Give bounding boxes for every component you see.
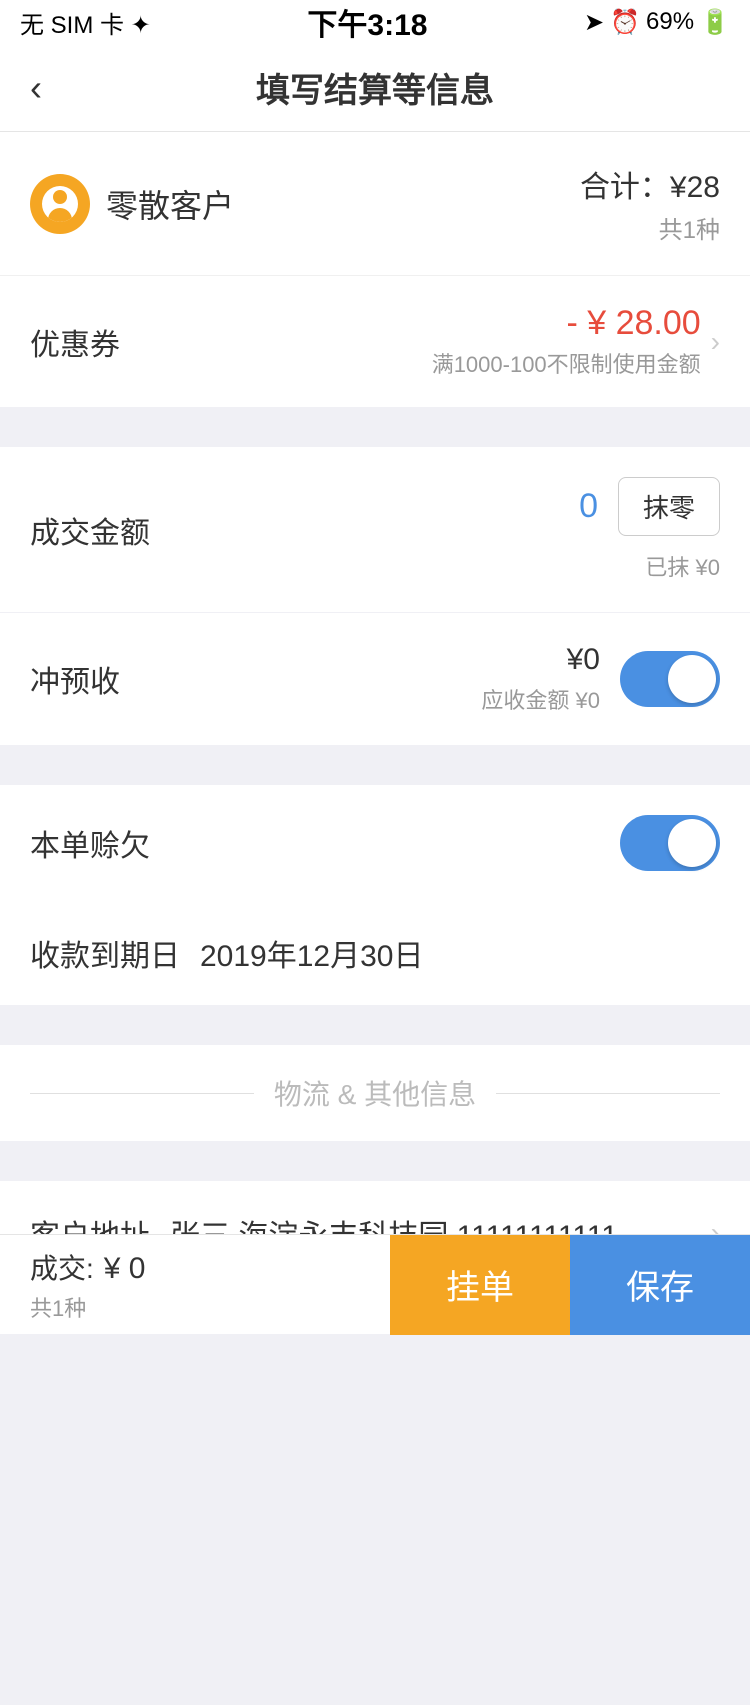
battery-icon: 🔋 bbox=[700, 8, 730, 37]
save-button[interactable]: 保存 bbox=[570, 1235, 750, 1335]
deal-amount-sub: 已抹 ¥0 bbox=[645, 550, 720, 582]
coupon-right: - ¥ 28.00 满1000-100不限制使用金额 › bbox=[432, 304, 720, 379]
chevron-right-icon: › bbox=[711, 326, 720, 358]
debit-toggle-knob bbox=[668, 819, 716, 867]
customer-section: 零散客户 合计：¥28 共1种 优惠券 - ¥ 28.00 满1000-100不… bbox=[0, 132, 750, 407]
status-time: 下午3:18 bbox=[307, 0, 427, 44]
bottom-bar: 成交: ¥ 0 共1种 挂单 保存 bbox=[0, 1234, 750, 1334]
bottom-deal-label: 成交: bbox=[30, 1247, 94, 1287]
round-zero-button[interactable]: 抹零 bbox=[618, 477, 720, 536]
chong-sub-value: 应收金额 ¥0 bbox=[481, 683, 600, 715]
chong-values: ¥0 应收金额 ¥0 bbox=[481, 643, 600, 715]
deal-amount-right: 0 抹零 bbox=[579, 477, 720, 536]
chong-presell-right: ¥0 应收金额 ¥0 bbox=[481, 643, 720, 715]
separator-2 bbox=[0, 765, 750, 785]
coupon-description: 满1000-100不限制使用金额 bbox=[432, 347, 701, 379]
hang-order-button[interactable]: 挂单 bbox=[390, 1235, 570, 1335]
avatar bbox=[30, 174, 90, 234]
due-date-value: 2019年12月30日 bbox=[200, 931, 423, 975]
bottom-summary: 成交: ¥ 0 共1种 bbox=[0, 1247, 390, 1323]
chong-presell-row: 冲预收 ¥0 应收金额 ¥0 bbox=[0, 613, 750, 745]
coupon-row[interactable]: 优惠券 - ¥ 28.00 满1000-100不限制使用金额 › bbox=[0, 275, 750, 407]
logistics-header: 物流 & 其他信息 bbox=[0, 1045, 750, 1141]
logistics-section: 物流 & 其他信息 bbox=[0, 1045, 750, 1141]
bottom-count: 共1种 bbox=[30, 1291, 360, 1323]
alarm-icon: ⏰ bbox=[610, 8, 640, 37]
coupon-label: 优惠券 bbox=[30, 320, 120, 364]
avatar-icon bbox=[42, 186, 78, 222]
separator-1 bbox=[0, 427, 750, 447]
customer-row: 零散客户 合计：¥28 共1种 bbox=[0, 132, 750, 275]
debit-section: 本单赊欠 收款到期日 2019年12月30日 bbox=[0, 785, 750, 1005]
total-price: 合计：¥28 bbox=[580, 162, 720, 206]
logistics-label: 物流 & 其他信息 bbox=[274, 1073, 476, 1113]
customer-summary: 合计：¥28 共1种 bbox=[580, 162, 720, 245]
debit-toggle[interactable] bbox=[620, 815, 720, 871]
chong-presell-label: 冲预收 bbox=[30, 657, 120, 701]
due-date-row: 收款到期日 2019年12月30日 bbox=[0, 901, 750, 1005]
status-bar: 无 SIM 卡 ✦ 下午3:18 ➤ ⏰ 69% 🔋 bbox=[0, 0, 750, 44]
deal-amount-value: 0 bbox=[579, 487, 598, 526]
sim-status: 无 SIM 卡 ✦ bbox=[20, 5, 151, 40]
deal-amount-row: 成交金额 0 抹零 已抹 ¥0 bbox=[0, 447, 750, 613]
separator-5 bbox=[0, 1305, 750, 1605]
deal-amount-label: 成交金额 bbox=[30, 508, 150, 552]
deal-amount-section: 成交金额 0 抹零 已抹 ¥0 冲预收 ¥0 应收金额 ¥0 bbox=[0, 447, 750, 745]
customer-name: 零散客户 bbox=[106, 181, 234, 227]
customer-left: 零散客户 bbox=[30, 174, 234, 234]
total-count: 共1种 bbox=[580, 210, 720, 245]
chong-presell-toggle[interactable] bbox=[620, 651, 720, 707]
coupon-discount: - ¥ 28.00 bbox=[432, 304, 701, 343]
logistics-line-right bbox=[496, 1093, 720, 1094]
debit-label: 本单赊欠 bbox=[30, 821, 150, 865]
location-icon: ➤ bbox=[584, 8, 604, 37]
battery-text: 69% bbox=[646, 8, 694, 36]
logistics-line-left bbox=[30, 1093, 254, 1094]
due-date-label: 收款到期日 bbox=[30, 931, 180, 975]
nav-bar: ‹ 填写结算等信息 bbox=[0, 44, 750, 132]
status-right: ➤ ⏰ 69% 🔋 bbox=[584, 8, 730, 37]
page-title: 填写结算等信息 bbox=[256, 63, 494, 112]
bottom-deal-amount: ¥ 0 bbox=[104, 1252, 146, 1286]
debit-row: 本单赊欠 bbox=[0, 785, 750, 901]
back-button[interactable]: ‹ bbox=[30, 67, 90, 109]
status-left: 无 SIM 卡 ✦ bbox=[20, 5, 151, 40]
separator-3 bbox=[0, 1025, 750, 1045]
toggle-knob bbox=[668, 655, 716, 703]
coupon-info: - ¥ 28.00 满1000-100不限制使用金额 bbox=[432, 304, 701, 379]
chong-main-value: ¥0 bbox=[481, 643, 600, 677]
separator-4 bbox=[0, 1161, 750, 1181]
